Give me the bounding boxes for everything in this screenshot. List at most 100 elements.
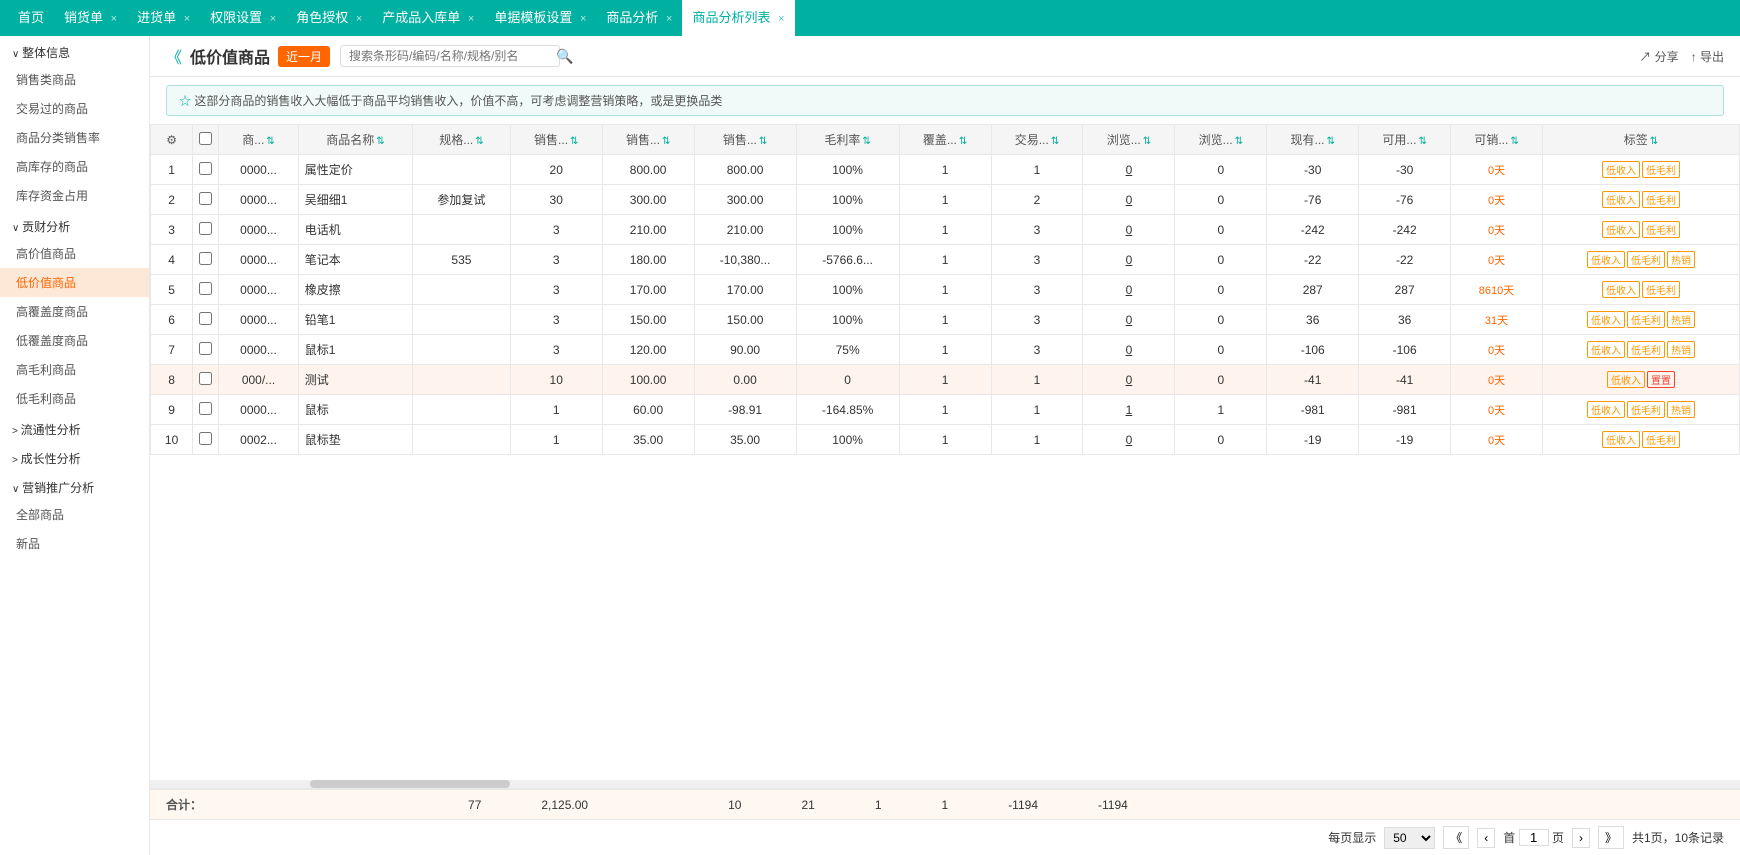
nav-product-stock[interactable]: 产成品入库单 × — [372, 0, 484, 36]
row-browse1[interactable]: 0 — [1083, 185, 1175, 215]
share-button[interactable]: ↗ 分享 — [1639, 48, 1678, 65]
prev-page-button[interactable]: ‹ — [1477, 828, 1495, 848]
sidebar-item-all-products[interactable]: 全部商品 — [0, 500, 149, 529]
data-table-container[interactable]: ⚙ 商...⇅ 商品名称⇅ 规格...⇅ 销售...⇅ 销售...⇅ 销售...… — [150, 124, 1740, 780]
nav-template[interactable]: 单据模板设置 × — [484, 0, 596, 36]
close-icon[interactable]: × — [468, 13, 474, 25]
row-browse1[interactable]: 0 — [1083, 245, 1175, 275]
col-coverage[interactable]: 覆盖...⇅ — [899, 125, 991, 155]
row-checkbox[interactable] — [199, 432, 212, 445]
scrollbar-thumb[interactable] — [310, 780, 510, 788]
export-button[interactable]: ↑ 导出 — [1691, 48, 1724, 65]
row-name[interactable]: 电话机 — [298, 215, 412, 245]
page-number-input[interactable] — [1519, 829, 1549, 846]
row-checkbox[interactable] — [199, 372, 212, 385]
nav-home[interactable]: 首页 — [8, 0, 54, 36]
row-checkbox-cell[interactable] — [193, 215, 219, 245]
row-checkbox[interactable] — [199, 402, 212, 415]
close-icon[interactable]: × — [778, 13, 784, 25]
search-input[interactable] — [340, 45, 560, 67]
row-browse1[interactable]: 1 — [1083, 395, 1175, 425]
row-browse1[interactable]: 0 — [1083, 155, 1175, 185]
nav-purchase-order[interactable]: 进货单 × — [127, 0, 200, 36]
row-checkbox-cell[interactable] — [193, 185, 219, 215]
sidebar-group-financial[interactable]: 贡财分析 — [0, 210, 149, 239]
col-spec[interactable]: 规格...⇅ — [413, 125, 511, 155]
nav-product-analysis-list[interactable]: 商品分析列表 × — [682, 0, 794, 36]
row-checkbox[interactable] — [199, 222, 212, 235]
nav-permissions[interactable]: 权限设置 × — [200, 0, 286, 36]
row-browse1[interactable]: 0 — [1083, 215, 1175, 245]
row-name[interactable]: 橡皮擦 — [298, 275, 412, 305]
col-code[interactable]: 商...⇅ — [219, 125, 299, 155]
row-browse1[interactable]: 0 — [1083, 335, 1175, 365]
horizontal-scrollbar[interactable] — [150, 780, 1740, 788]
sidebar-item-new-products[interactable]: 新品 — [0, 529, 149, 558]
sidebar-item-sales-category[interactable]: 销售类商品 — [0, 65, 149, 94]
sidebar-group-flow[interactable]: 流通性分析 — [0, 413, 149, 442]
row-name[interactable]: 鼠标1 — [298, 335, 412, 365]
sidebar-group-overall[interactable]: 整体信息 — [0, 36, 149, 65]
close-icon[interactable]: × — [356, 13, 362, 25]
row-checkbox-cell[interactable] — [193, 335, 219, 365]
sidebar-item-low-coverage[interactable]: 低覆盖度商品 — [0, 326, 149, 355]
row-browse1[interactable]: 0 — [1083, 275, 1175, 305]
nav-sales-order[interactable]: 销货单 × — [54, 0, 127, 36]
row-name[interactable]: 鼠标 — [298, 395, 412, 425]
nav-role-auth[interactable]: 角色授权 × — [286, 0, 372, 36]
row-checkbox[interactable] — [199, 192, 212, 205]
close-icon[interactable]: × — [666, 13, 672, 25]
col-sales2[interactable]: 销售...⇅ — [602, 125, 694, 155]
close-icon[interactable]: × — [184, 13, 190, 25]
sidebar-item-high-value[interactable]: 高价值商品 — [0, 239, 149, 268]
col-margin[interactable]: 毛利率⇅ — [796, 125, 899, 155]
select-all-checkbox[interactable] — [199, 132, 212, 145]
close-icon[interactable]: × — [270, 13, 276, 25]
page-size-select[interactable]: 50 100 — [1384, 827, 1435, 849]
first-page-button[interactable]: 《 — [1443, 826, 1469, 849]
collapse-sidebar-button[interactable]: 《 — [166, 44, 182, 68]
sidebar-item-low-margin[interactable]: 低毛利商品 — [0, 384, 149, 413]
col-checkbox[interactable] — [193, 125, 219, 155]
sidebar-item-traded[interactable]: 交易过的商品 — [0, 94, 149, 123]
row-browse1[interactable]: 0 — [1083, 305, 1175, 335]
row-checkbox-cell[interactable] — [193, 155, 219, 185]
close-icon[interactable]: × — [111, 13, 117, 25]
sidebar-item-stock-fund[interactable]: 库存资金占用 — [0, 181, 149, 210]
row-name[interactable]: 鼠标垫 — [298, 425, 412, 455]
last-page-button[interactable]: 》 — [1598, 826, 1624, 849]
sidebar-group-growth[interactable]: 成长性分析 — [0, 442, 149, 471]
close-icon[interactable]: × — [580, 13, 586, 25]
row-name[interactable]: 测试 — [298, 365, 412, 395]
sidebar-item-high-margin[interactable]: 高毛利商品 — [0, 355, 149, 384]
row-name[interactable]: 属性定价 — [298, 155, 412, 185]
sidebar-item-high-stock[interactable]: 高库存的商品 — [0, 152, 149, 181]
col-browse1[interactable]: 浏览...⇅ — [1083, 125, 1175, 155]
col-available[interactable]: 可用...⇅ — [1359, 125, 1451, 155]
sidebar-item-high-coverage[interactable]: 高覆盖度商品 — [0, 297, 149, 326]
col-sales1[interactable]: 销售...⇅ — [510, 125, 602, 155]
row-checkbox-cell[interactable] — [193, 305, 219, 335]
row-checkbox[interactable] — [199, 342, 212, 355]
row-name[interactable]: 吴细细1 — [298, 185, 412, 215]
nav-product-analysis[interactable]: 商品分析 × — [596, 0, 682, 36]
row-checkbox-cell[interactable] — [193, 365, 219, 395]
row-name[interactable]: 笔记本 — [298, 245, 412, 275]
search-button[interactable]: 🔍 — [556, 48, 573, 65]
row-browse1[interactable]: 0 — [1083, 365, 1175, 395]
row-browse1[interactable]: 0 — [1083, 425, 1175, 455]
col-tags[interactable]: 标签⇅ — [1542, 125, 1739, 155]
row-checkbox[interactable] — [199, 312, 212, 325]
col-settings[interactable]: ⚙ — [151, 125, 193, 155]
sidebar-group-marketing[interactable]: 营销推广分析 — [0, 471, 149, 500]
col-current-stock[interactable]: 现有...⇅ — [1267, 125, 1359, 155]
row-checkbox-cell[interactable] — [193, 275, 219, 305]
row-name[interactable]: 铅笔1 — [298, 305, 412, 335]
sidebar-item-category-rate[interactable]: 商品分类销售率 — [0, 123, 149, 152]
col-transaction[interactable]: 交易...⇅ — [991, 125, 1083, 155]
row-checkbox[interactable] — [199, 282, 212, 295]
col-sales3[interactable]: 销售...⇅ — [694, 125, 796, 155]
row-checkbox-cell[interactable] — [193, 245, 219, 275]
col-name[interactable]: 商品名称⇅ — [298, 125, 412, 155]
next-page-button[interactable]: › — [1572, 828, 1590, 848]
